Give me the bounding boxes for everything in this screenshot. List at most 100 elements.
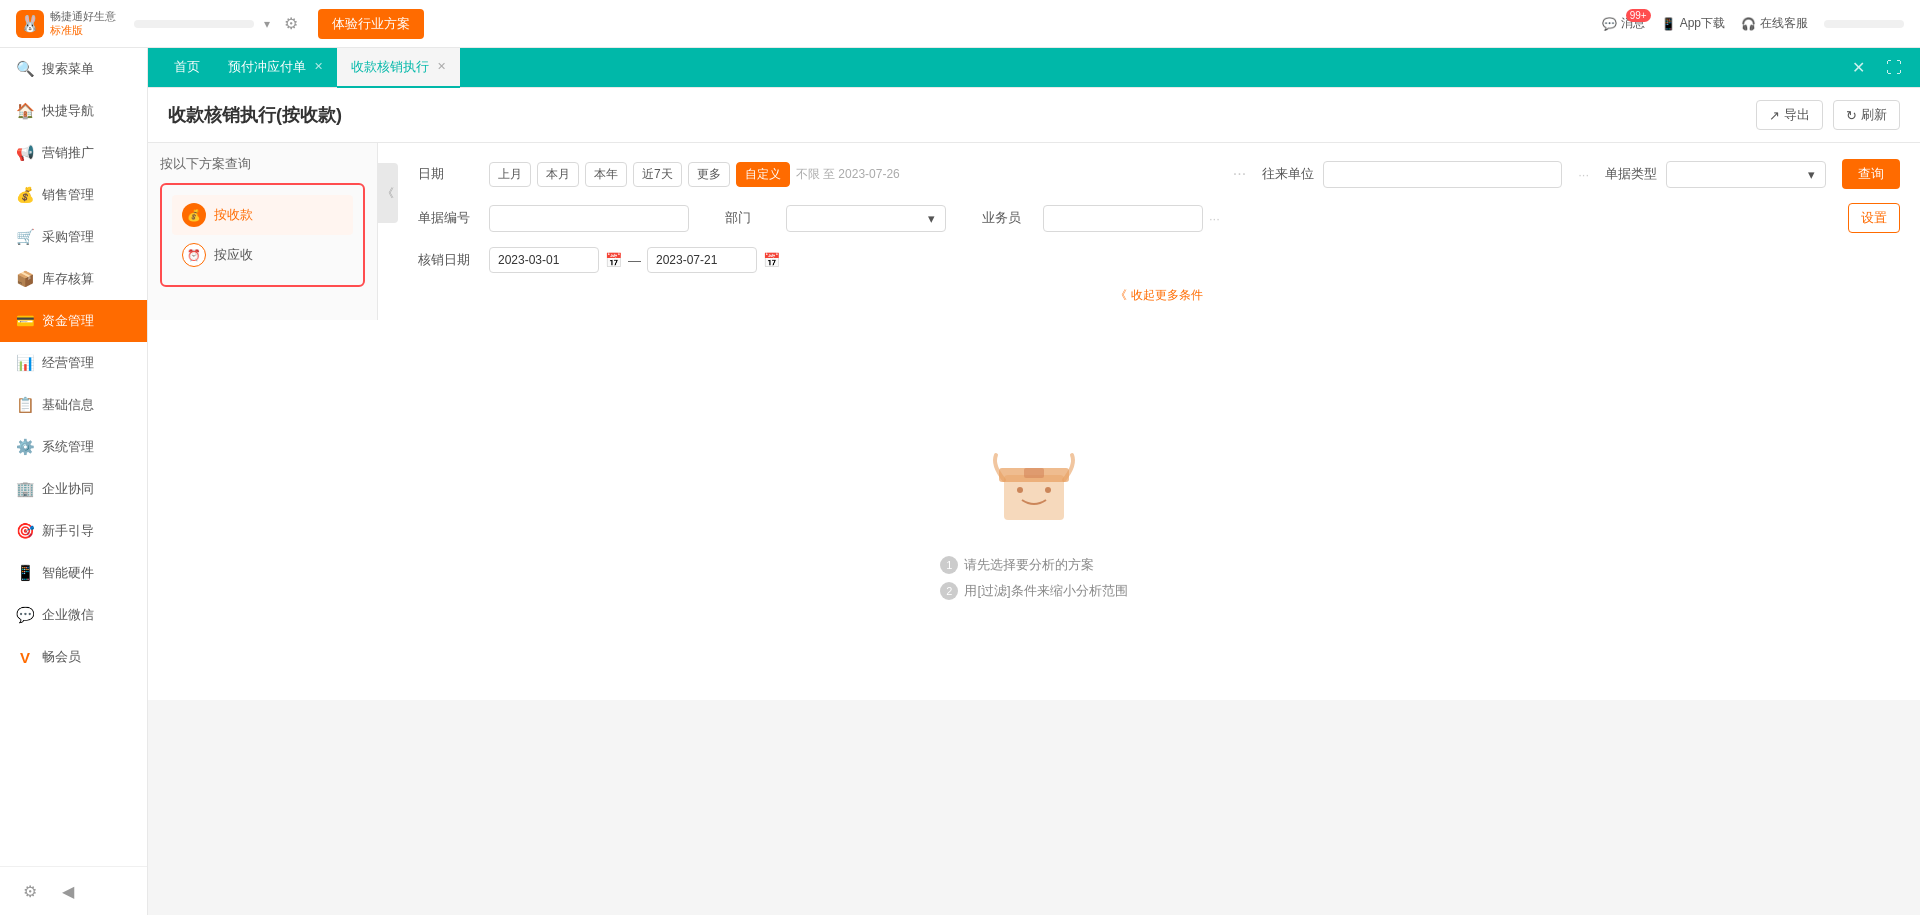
empty-tip-1: 1 请先选择要分析的方案 — [940, 556, 1127, 574]
user-profile[interactable] — [1824, 20, 1904, 28]
sidebar: 🔍 搜索菜单 🏠 快捷导航 📢 营销推广 💰 销售管理 🛒 采购管理 📦 库存核… — [0, 48, 148, 915]
staff-dots: ··· — [1209, 211, 1220, 226]
top-bar-right: 💬 消息 99+ 📱 App下载 🎧 在线客服 — [1602, 15, 1904, 32]
dept-select[interactable]: ▾ — [786, 205, 946, 232]
sidebar-item-sales[interactable]: 💰 销售管理 — [0, 174, 147, 216]
solution-button[interactable]: 体验行业方案 — [318, 9, 424, 39]
last-month-btn[interactable]: 上月 — [489, 162, 531, 187]
vip-icon: V — [16, 648, 34, 666]
doc-no-input[interactable] — [489, 205, 689, 232]
message-icon: 💬 — [1602, 17, 1617, 31]
date-end-calendar-icon[interactable]: 📅 — [763, 252, 780, 268]
online-service-button[interactable]: 🎧 在线客服 — [1741, 15, 1808, 32]
settings-bottom-icon[interactable]: ⚙ — [16, 877, 44, 905]
sidebar-item-hardware[interactable]: 📱 智能硬件 — [0, 552, 147, 594]
sales-icon: 💰 — [16, 186, 34, 204]
refresh-button[interactable]: ↻ 刷新 — [1833, 100, 1900, 130]
partner-field: 往来单位 — [1262, 161, 1562, 188]
date-group: 上月 本月 本年 近7天 更多 自定义 不限 至 2023-07-26 — [489, 162, 900, 187]
app-icon: 📱 — [1661, 17, 1676, 31]
empty-tips: 1 请先选择要分析的方案 2 用[过滤]条件来缩小分析范围 — [940, 556, 1127, 600]
chevron-icon: ▾ — [1808, 167, 1815, 182]
sidebar-item-business[interactable]: 📊 经营管理 — [0, 342, 147, 384]
tab-receivable[interactable]: 收款核销执行 ✕ — [337, 48, 460, 88]
tip-num-2: 2 — [940, 582, 958, 600]
filter-row-1: 日期 上月 本月 本年 近7天 更多 自定义 不限 至 2023-07-26 ·… — [418, 159, 1900, 189]
filter-right: 日期 上月 本月 本年 近7天 更多 自定义 不限 至 2023-07-26 ·… — [398, 143, 1920, 320]
date-start-calendar-icon[interactable]: 📅 — [605, 252, 622, 268]
export-icon: ↗ — [1769, 108, 1780, 123]
receivable-option-icon: ⏰ — [182, 243, 206, 267]
verify-date-start-input[interactable] — [489, 247, 599, 273]
filter-row-3: 核销日期 📅 — 📅 — [418, 247, 1900, 273]
tab-prepay[interactable]: 预付冲应付单 ✕ — [214, 48, 337, 88]
sidebar-item-quick-nav[interactable]: 🏠 快捷导航 — [0, 90, 147, 132]
sidebar-item-basic-info[interactable]: 📋 基础信息 — [0, 384, 147, 426]
setting-button[interactable]: 设置 — [1848, 203, 1900, 233]
page-title-row: 收款核销执行(按收款) ↗ 导出 ↻ 刷新 — [168, 100, 1900, 142]
sidebar-item-inventory[interactable]: 📦 库存核算 — [0, 258, 147, 300]
fund-icon: 💳 — [16, 312, 34, 330]
main-layout: 🔍 搜索菜单 🏠 快捷导航 📢 营销推广 💰 销售管理 🛒 采购管理 📦 库存核… — [0, 48, 1920, 915]
sidebar-item-guide[interactable]: 🎯 新手引导 — [0, 510, 147, 552]
wechat-icon: 💬 — [16, 606, 34, 624]
maximize-tab-button[interactable]: ⛶ — [1880, 54, 1908, 82]
filter-option-by-receipt[interactable]: 💰 按收款 — [172, 195, 353, 235]
query-button[interactable]: 查询 — [1842, 159, 1900, 189]
sidebar-item-wechat[interactable]: 💬 企业微信 — [0, 594, 147, 636]
custom-date-btn[interactable]: 自定义 — [736, 162, 790, 187]
dept-field: 部门 ▾ — [725, 205, 946, 232]
doc-type-select[interactable]: ▾ — [1666, 161, 1826, 188]
filter-left-title: 按以下方案查询 — [160, 155, 365, 173]
date-label: 日期 — [418, 165, 473, 183]
collapse-more-area: 《 收起更多条件 — [418, 287, 1900, 304]
close-prepay-tab[interactable]: ✕ — [314, 60, 323, 73]
logo-icon: 🐰 — [16, 10, 44, 38]
partner-input[interactable] — [1323, 161, 1562, 188]
sidebar-item-search-menu[interactable]: 🔍 搜索菜单 — [0, 48, 147, 90]
close-tab-button[interactable]: ✕ — [1844, 54, 1872, 82]
filter-option-by-receivable[interactable]: ⏰ 按应收 — [172, 235, 353, 275]
sidebar-item-purchase[interactable]: 🛒 采购管理 — [0, 216, 147, 258]
filter-left: 按以下方案查询 💰 按收款 ⏰ 按应收 — [148, 143, 378, 320]
sidebar-item-fund[interactable]: 💳 资金管理 — [0, 300, 147, 342]
more-btn[interactable]: 更多 — [688, 162, 730, 187]
export-button[interactable]: ↗ 导出 — [1756, 100, 1823, 130]
staff-field: 业务员 ··· — [982, 205, 1220, 232]
dept-chevron-icon: ▾ — [928, 211, 935, 226]
tab-home[interactable]: 首页 — [160, 48, 214, 88]
this-year-btn[interactable]: 本年 — [585, 162, 627, 187]
search-icon: 🔍 — [16, 60, 34, 78]
top-bar: 🐰 畅捷通好生意 标准版 ▾ ⚙ 体验行业方案 💬 消息 99+ 📱 App下载… — [0, 0, 1920, 48]
empty-state: 1 请先选择要分析的方案 2 用[过滤]条件来缩小分析范围 — [148, 320, 1920, 700]
sidebar-item-collab[interactable]: 🏢 企业协同 — [0, 468, 147, 510]
top-bar-left: 🐰 畅捷通好生意 标准版 ▾ ⚙ 体验行业方案 — [16, 9, 424, 39]
partner-dots: ··· — [1233, 165, 1246, 183]
this-month-btn[interactable]: 本月 — [537, 162, 579, 187]
collapse-more-button[interactable]: 《 收起更多条件 — [1115, 287, 1203, 304]
filter-row-2: 单据编号 部门 ▾ 业务员 ··· — [418, 203, 1900, 233]
company-selector[interactable] — [134, 20, 254, 28]
system-icon: ⚙️ — [16, 438, 34, 456]
sidebar-item-system[interactable]: ⚙️ 系统管理 — [0, 426, 147, 468]
collapse-icon: 《 — [1115, 287, 1127, 304]
receipt-option-icon: 💰 — [182, 203, 206, 227]
staff-input[interactable] — [1043, 205, 1203, 232]
sidebar-item-marketing[interactable]: 📢 营销推广 — [0, 132, 147, 174]
filter-options-box: 💰 按收款 ⏰ 按应收 — [160, 183, 365, 287]
page-title: 收款核销执行(按收款) — [168, 103, 342, 127]
content-area: 首页 预付冲应付单 ✕ 收款核销执行 ✕ ✕ ⛶ 收款核销执行(按收款) — [148, 48, 1920, 915]
gear-icon[interactable]: ⚙ — [284, 14, 298, 33]
close-receivable-tab[interactable]: ✕ — [437, 60, 446, 73]
logo-area: 🐰 畅捷通好生意 标准版 — [16, 10, 116, 38]
verify-date-end-input[interactable] — [647, 247, 757, 273]
svg-rect-2 — [1024, 468, 1044, 478]
page-header: 收款核销执行(按收款) ↗ 导出 ↻ 刷新 — [148, 88, 1920, 143]
last-7days-btn[interactable]: 近7天 — [633, 162, 682, 187]
message-button[interactable]: 💬 消息 99+ — [1602, 15, 1645, 32]
app-download-button[interactable]: 📱 App下载 — [1661, 15, 1725, 32]
sidebar-item-vip[interactable]: V 畅会员 — [0, 636, 147, 678]
collapse-filter-button[interactable]: 《 — [378, 163, 398, 223]
chevron-down-icon[interactable]: ▾ — [264, 17, 270, 31]
collapse-sidebar-icon[interactable]: ◀ — [54, 877, 82, 905]
